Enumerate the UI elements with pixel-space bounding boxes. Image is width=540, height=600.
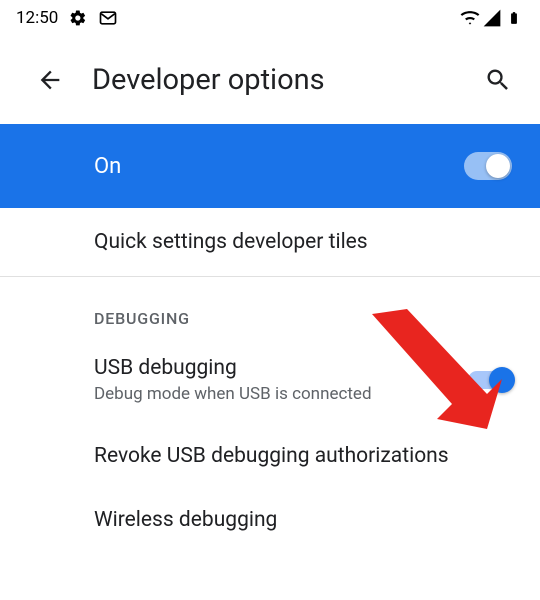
arrow-back-icon [36,66,64,94]
page-title: Developer options [92,63,325,97]
search-button[interactable] [478,60,518,100]
mail-icon [98,8,118,28]
master-switch-label: On [94,154,121,179]
back-button[interactable] [30,60,70,100]
wifi-icon [460,8,480,28]
section-header-debugging: DEBUGGING [0,277,540,342]
row-label: Revoke USB debugging authorizations [94,444,449,468]
row-label: USB debugging [94,356,456,380]
status-bar: 12:50 [0,0,540,36]
quick-settings-tiles-row[interactable]: Quick settings developer tiles [0,208,540,276]
signal-icon [482,8,502,28]
row-label: Quick settings developer tiles [94,230,368,254]
switch-thumb-icon [486,154,510,178]
switch-thumb-icon [489,367,515,393]
revoke-usb-auth-row[interactable]: Revoke USB debugging authorizations [0,424,540,488]
row-label: Wireless debugging [94,508,512,532]
settings-gear-icon [68,8,88,28]
app-bar: Developer options [0,36,540,124]
row-subtitle: Debug mode when USB is connected [94,384,456,404]
usb-debugging-row[interactable]: USB debugging Debug mode when USB is con… [0,342,540,424]
wireless-debugging-row[interactable]: Wireless debugging [0,488,540,532]
status-time: 12:50 [16,8,58,28]
developer-options-master-row[interactable]: On [0,124,540,208]
usb-debugging-switch[interactable] [468,371,512,389]
search-icon [484,66,512,94]
master-switch[interactable] [464,152,512,180]
battery-icon [504,8,524,28]
